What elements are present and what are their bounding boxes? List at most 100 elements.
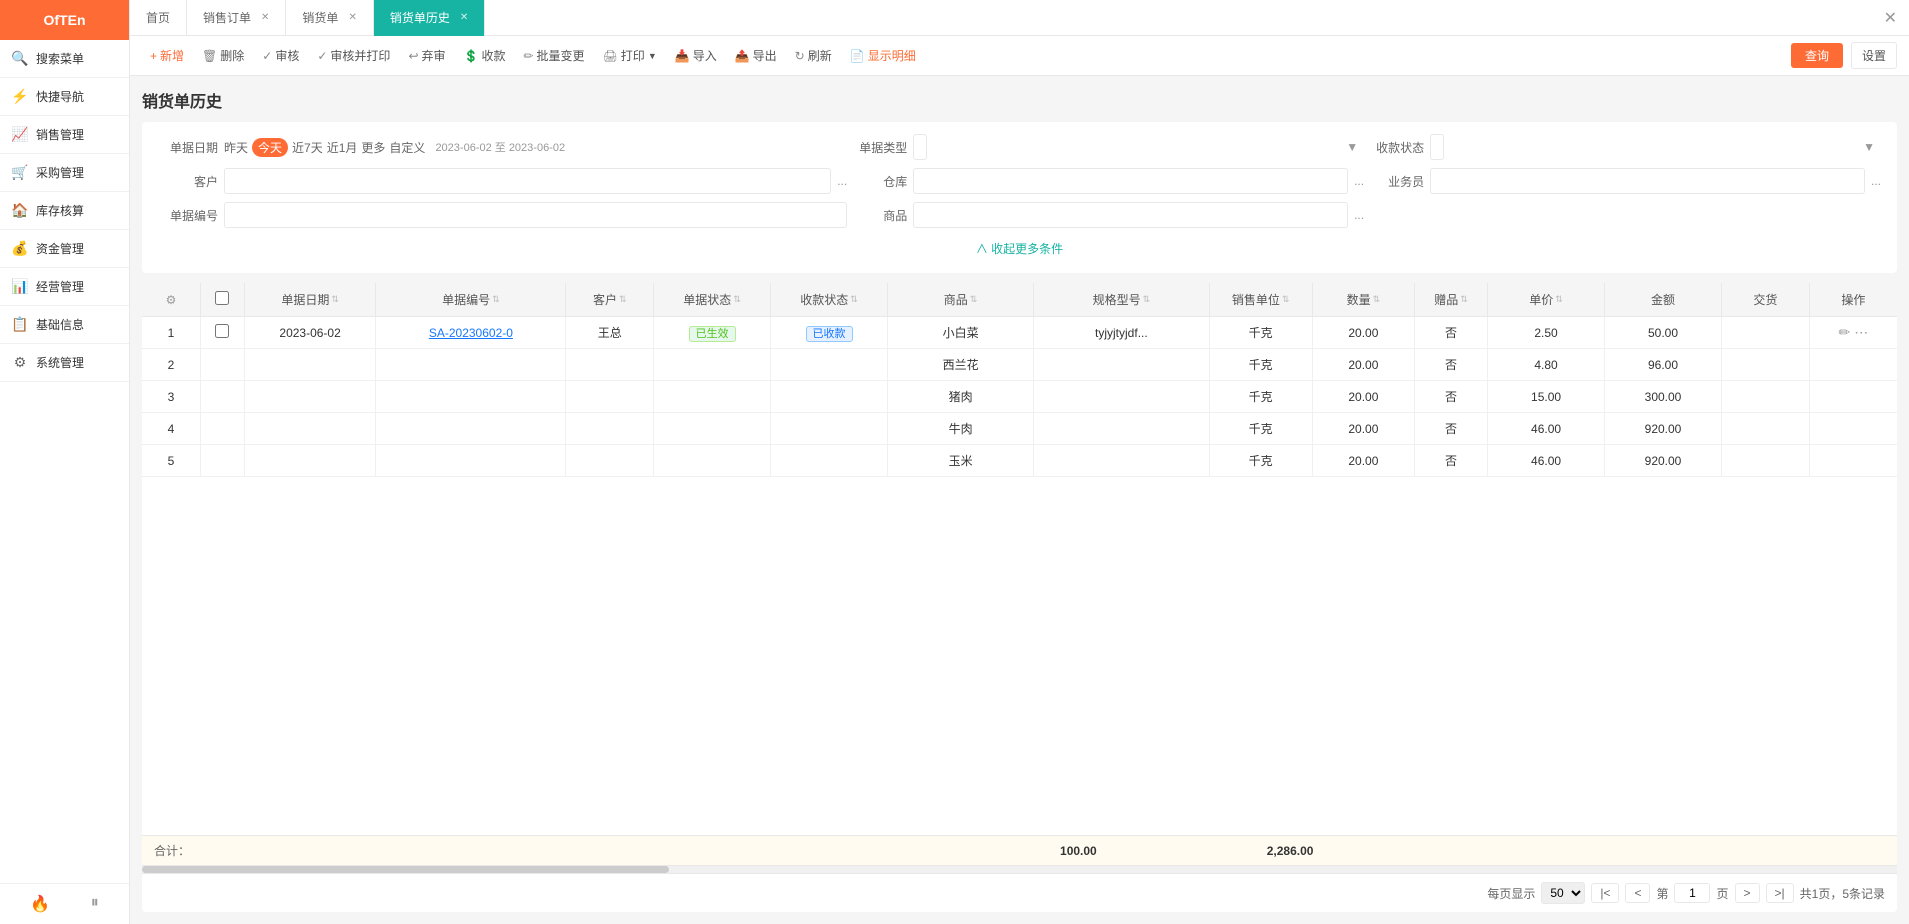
print-button[interactable]: 🖨 打印 ▼: [595, 43, 665, 68]
setting-button[interactable]: 设置: [1851, 42, 1897, 69]
th-pay-status[interactable]: 收款状态⇅: [771, 283, 888, 317]
shortcut-more[interactable]: 更多: [361, 139, 385, 156]
audit-print-button[interactable]: ✓ 审核并打印: [309, 43, 398, 68]
sidebar-item-sales-mgmt[interactable]: 📈 销售管理: [0, 116, 129, 154]
fire-icon[interactable]: 🔥: [30, 894, 50, 914]
import-button[interactable]: 📥 导入: [667, 43, 725, 68]
query-button[interactable]: 查询: [1791, 43, 1843, 68]
batch-change-button[interactable]: ✏ 批量变更: [515, 43, 592, 68]
sidebar-item-quick-nav[interactable]: ⚡ 快捷导航: [0, 78, 129, 116]
page-input[interactable]: [1674, 883, 1710, 903]
th-gift[interactable]: 赠品⇅: [1415, 283, 1488, 317]
delete-button[interactable]: 🗑 删除: [194, 43, 252, 68]
shortcut-today[interactable]: 今天: [252, 138, 288, 157]
sidebar-item-system[interactable]: ⚙ 系统管理: [0, 344, 129, 382]
cell-check[interactable]: [200, 445, 244, 477]
cell-order[interactable]: [376, 445, 566, 477]
cell-order[interactable]: SA-20230602-0: [376, 317, 566, 349]
salesman-label: 业务员: [1364, 173, 1424, 190]
warehouse-extra[interactable]: ...: [1354, 174, 1364, 188]
tab-sales-goods[interactable]: 销货单 ✕: [286, 0, 373, 36]
first-page-button[interactable]: |<: [1591, 883, 1619, 903]
warehouse-input[interactable]: [913, 168, 1348, 194]
tab-home[interactable]: 首页: [130, 0, 187, 36]
customer-extra[interactable]: ...: [837, 174, 847, 188]
shortcut-custom[interactable]: 自定义: [389, 139, 425, 156]
sidebar-item-operation[interactable]: 📊 经营管理: [0, 268, 129, 306]
sidebar: OfTEn 🔍 搜索菜单 ⚡ 快捷导航 📈 销售管理 🛒 采购管理 🏠 库存核算…: [0, 0, 130, 924]
shortcut-1month[interactable]: 近1月: [327, 139, 358, 156]
content-area: 销货单历史 单据日期 昨天 今天 近7天 近1月 更多 自定义 2023-06-…: [130, 76, 1909, 924]
th-price[interactable]: 单价⇅: [1488, 283, 1605, 317]
refresh-button[interactable]: ↻ 刷新: [787, 43, 840, 68]
table-scroll[interactable]: ⚙ 单据日期⇅ 单据编号⇅ 客: [142, 283, 1897, 835]
sidebar-item-inventory[interactable]: 🏠 库存核算: [0, 192, 129, 230]
goods-extra[interactable]: ...: [1354, 208, 1364, 222]
next-page-button[interactable]: >: [1735, 883, 1760, 903]
th-customer[interactable]: 客户⇅: [566, 283, 654, 317]
edit-ops-btn[interactable]: ✏: [1838, 324, 1850, 340]
salesman-extra[interactable]: ...: [1871, 174, 1881, 188]
per-page-select[interactable]: 50: [1541, 882, 1585, 904]
more-ops-btn[interactable]: ⋯: [1854, 324, 1868, 340]
cell-amount: 300.00: [1605, 381, 1722, 413]
sidebar-item-label: 快捷导航: [36, 88, 84, 105]
th-order-no[interactable]: 单据编号⇅: [376, 283, 566, 317]
cell-check[interactable]: [200, 381, 244, 413]
th-qty[interactable]: 数量⇅: [1312, 283, 1414, 317]
shortcut-7days[interactable]: 近7天: [292, 139, 323, 156]
cell-order[interactable]: [376, 413, 566, 445]
cell-order[interactable]: [376, 381, 566, 413]
cell-check[interactable]: [200, 349, 244, 381]
row-checkbox[interactable]: [215, 324, 229, 338]
pause-icon[interactable]: ⏸: [91, 894, 99, 914]
cell-check[interactable]: [200, 413, 244, 445]
doc-type-select[interactable]: [913, 134, 927, 160]
new-button[interactable]: + 新增: [142, 43, 192, 68]
tab-sales-order-close[interactable]: ✕: [261, 12, 269, 23]
tab-bar: 首页 销售订单 ✕ 销货单 ✕ 销货单历史 ✕ ✕: [130, 0, 1909, 36]
sidebar-item-search-menu[interactable]: 🔍 搜索菜单: [0, 40, 129, 78]
th-checkbox[interactable]: [200, 283, 244, 317]
show-detail-button[interactable]: 📄 显示明细: [842, 43, 924, 68]
audit-button[interactable]: ✓ 审核: [254, 43, 307, 68]
th-status[interactable]: 单据状态⇅: [654, 283, 771, 317]
sidebar-item-basic-info[interactable]: 📋 基础信息: [0, 306, 129, 344]
tab-sales-order[interactable]: 销售订单 ✕: [187, 0, 286, 36]
cell-ops: ✏⋯: [1809, 317, 1897, 349]
tab-sales-goods-close[interactable]: ✕: [348, 12, 356, 23]
th-goods[interactable]: 商品⇅: [887, 283, 1033, 317]
collapse-button[interactable]: ∧ 收起更多条件: [158, 236, 1881, 261]
abandon-button[interactable]: ↩ 弃审: [400, 43, 453, 68]
th-spec[interactable]: 规格型号⇅: [1034, 283, 1209, 317]
sidebar-item-finance[interactable]: 💰 资金管理: [0, 230, 129, 268]
setting-icon[interactable]: ⚙: [166, 293, 177, 307]
cell-order[interactable]: [376, 349, 566, 381]
shortcut-yesterday[interactable]: 昨天: [224, 139, 248, 156]
horizontal-scrollbar[interactable]: [142, 865, 1897, 873]
tab-sales-history-close[interactable]: ✕: [460, 12, 468, 23]
prev-page-button[interactable]: <: [1625, 883, 1650, 903]
salesman-input[interactable]: [1430, 168, 1865, 194]
warehouse-label: 仓库: [847, 173, 907, 190]
order-link[interactable]: SA-20230602-0: [429, 326, 513, 340]
cell-check[interactable]: [200, 317, 244, 349]
th-unit[interactable]: 销售单位⇅: [1209, 283, 1312, 317]
close-all-tabs[interactable]: ✕: [1872, 8, 1909, 28]
th-setting[interactable]: ⚙: [142, 283, 200, 317]
sidebar-item-purchase-mgmt[interactable]: 🛒 采购管理: [0, 154, 129, 192]
cell-goods: 小白菜: [887, 317, 1033, 349]
tab-sales-goods-label: 销货单: [302, 9, 338, 26]
collect-button[interactable]: 💲 收款: [456, 43, 514, 68]
customer-input[interactable]: [224, 168, 831, 194]
tab-sales-history[interactable]: 销货单历史 ✕: [374, 0, 485, 36]
pay-status-select[interactable]: [1430, 134, 1444, 160]
cell-trade: [1721, 349, 1809, 381]
select-all-checkbox[interactable]: [215, 291, 229, 305]
export-button[interactable]: 📤 导出: [727, 43, 785, 68]
doc-num-input[interactable]: [224, 202, 847, 228]
goods-input[interactable]: [913, 202, 1348, 228]
delete-label: 删除: [220, 47, 244, 64]
last-page-button[interactable]: >|: [1766, 883, 1794, 903]
th-date[interactable]: 单据日期⇅: [244, 283, 376, 317]
